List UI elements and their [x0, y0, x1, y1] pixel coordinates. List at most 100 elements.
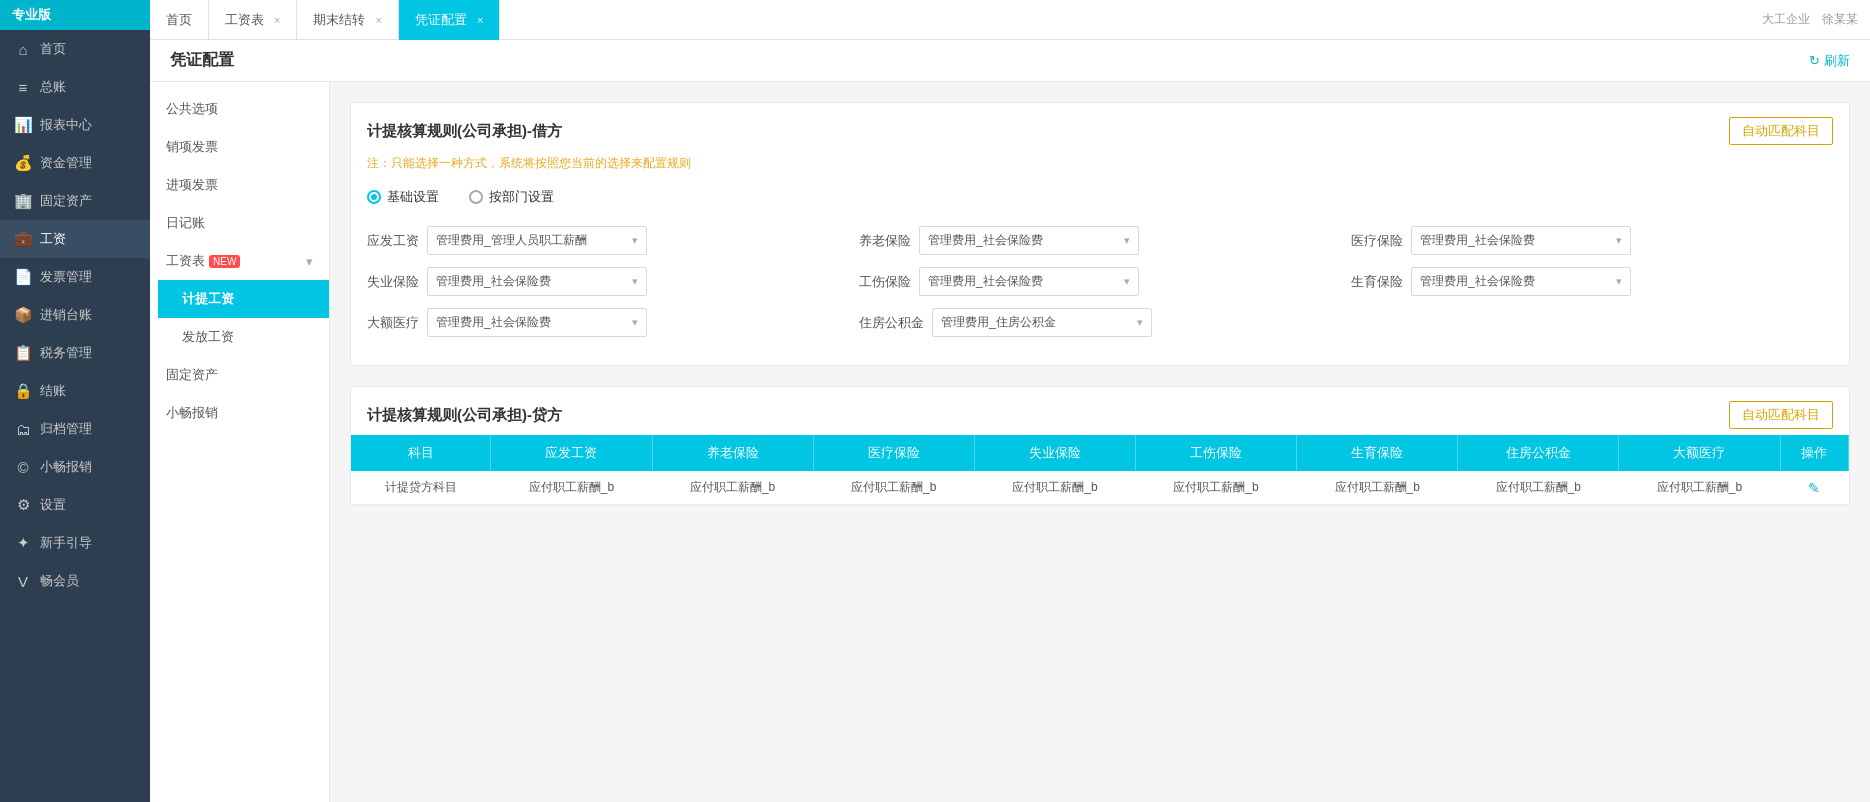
cell-subject: 计提贷方科目 — [351, 471, 491, 505]
form-row-1: 应发工资 管理费用_管理人员职工薪酬 ▾ 养老保险 管理费用_社会保险费 ▾ — [367, 226, 1833, 255]
section-debit: 计提核算规则(公司承担)-借方 自动匹配科目 注：只能选择一种方式，系统将按照您… — [350, 102, 1850, 366]
closing-icon: 🔒 — [14, 382, 32, 400]
form-item-pension: 养老保险 管理费用_社会保险费 ▾ — [859, 226, 1341, 255]
select-injury[interactable]: 管理费用_社会保险费 ▾ — [919, 267, 1139, 296]
left-menu-item-salary-table[interactable]: 工资表 NEW ▾ — [150, 242, 329, 280]
select-unemployment[interactable]: 管理费用_社会保险费 ▾ — [427, 267, 647, 296]
left-menu-item-journal[interactable]: 日记账 — [150, 204, 329, 242]
left-menu-item-sales-invoice[interactable]: 销项发票 — [150, 128, 329, 166]
left-menu-item-expense-report[interactable]: 小畅报销 — [150, 394, 329, 432]
tab-home[interactable]: 首页 — [150, 0, 209, 40]
col-medical: 医疗保险 — [813, 435, 974, 471]
sidebar-item-xiaochang[interactable]: © 小畅报销 — [0, 448, 150, 486]
assets-icon: 🏢 — [14, 192, 32, 210]
sidebar-item-label: 进销台账 — [40, 306, 92, 324]
app-logo: 专业版 — [0, 0, 150, 30]
sidebar-item-settings[interactable]: ⚙ 设置 — [0, 486, 150, 524]
sidebar-item-tax[interactable]: 📋 税务管理 — [0, 334, 150, 372]
select-bigmedical[interactable]: 管理费用_社会保险费 ▾ — [427, 308, 647, 337]
label-salary: 应发工资 — [367, 232, 419, 250]
section2-header: 计提核算规则(公司承担)-贷方 自动匹配科目 — [351, 387, 1849, 435]
invoice-icon: 📄 — [14, 268, 32, 286]
edit-icon[interactable]: ✎ — [1808, 480, 1820, 496]
select-maternity-value: 管理费用_社会保险费 — [1420, 273, 1535, 290]
cell-pension: 应付职工薪酬_b — [652, 471, 813, 505]
select-maternity[interactable]: 管理费用_社会保险费 ▾ — [1411, 267, 1631, 296]
form-item-medical: 医疗保险 管理费用_社会保险费 ▾ — [1351, 226, 1833, 255]
cell-action[interactable]: ✎ — [1780, 471, 1848, 505]
chevron-down-icon: ▾ — [632, 275, 638, 288]
select-bigmedical-value: 管理费用_社会保险费 — [436, 314, 551, 331]
sidebar-item-closing[interactable]: 🔒 结账 — [0, 372, 150, 410]
select-salary-value: 管理费用_管理人员职工薪酬 — [436, 232, 587, 249]
form-item-housing: 住房公积金 管理费用_住房公积金 ▾ — [859, 308, 1341, 337]
cell-salary: 应付职工薪酬_b — [491, 471, 652, 505]
section2-title: 计提核算规则(公司承担)-贷方 — [367, 406, 562, 425]
radio-department[interactable]: 按部门设置 — [469, 188, 554, 206]
col-bigmedical: 大额医疗 — [1619, 435, 1780, 471]
page-title: 凭证配置 — [170, 50, 234, 71]
label-bigmedical: 大额医疗 — [367, 314, 419, 332]
sidebar-item-invoice[interactable]: 📄 发票管理 — [0, 258, 150, 296]
tab-voucher-config[interactable]: 凭证配置 × — [399, 0, 500, 40]
sidebar-item-reports[interactable]: 📊 报表中心 — [0, 106, 150, 144]
col-action: 操作 — [1780, 435, 1848, 471]
col-subject: 科目 — [351, 435, 491, 471]
form-item-maternity: 生育保险 管理费用_社会保险费 ▾ — [1351, 267, 1833, 296]
ledger-icon: ≡ — [14, 79, 32, 96]
new-badge: NEW — [209, 255, 240, 268]
sidebar-item-assets[interactable]: 🏢 固定资产 — [0, 182, 150, 220]
sidebar-item-label: 新手引导 — [40, 534, 92, 552]
cell-bigmedical: 应付职工薪酬_b — [1619, 471, 1780, 505]
auto-match-button-1[interactable]: 自动匹配科目 — [1729, 117, 1833, 145]
refresh-icon: ↻ — [1809, 53, 1820, 68]
sidebar-item-label: 总账 — [40, 78, 66, 96]
sidebar-item-label: 资金管理 — [40, 154, 92, 172]
tab-period-close[interactable]: 期末结转 × — [297, 0, 398, 40]
settings-icon: ⚙ — [14, 496, 32, 514]
sidebar-item-guide[interactable]: ✦ 新手引导 — [0, 524, 150, 562]
refresh-button[interactable]: ↻ 刷新 — [1809, 52, 1850, 70]
chevron-down-icon: ▾ — [1124, 234, 1130, 247]
form-item-bigmedical: 大额医疗 管理费用_社会保险费 ▾ — [367, 308, 849, 337]
sidebar-item-label: 报表中心 — [40, 116, 92, 134]
left-menu-sub: 计提工资 发放工资 — [150, 280, 329, 356]
select-medical[interactable]: 管理费用_社会保险费 ▾ — [1411, 226, 1631, 255]
content-wrapper: 公共选项 销项发票 进项发票 日记账 工资表 NEW ▾ 计提工资 发 — [150, 82, 1870, 802]
sidebar-item-salary[interactable]: 💼 工资 — [0, 220, 150, 258]
sidebar-item-ledger[interactable]: ≡ 总账 — [0, 68, 150, 106]
col-injury: 工伤保险 — [1135, 435, 1296, 471]
credit-table: 科目 应发工资 养老保险 医疗保险 失业保险 工伤保险 生育保险 住房公积金 大… — [351, 435, 1849, 505]
sidebar-item-archive[interactable]: 🗂 归档管理 — [0, 410, 150, 448]
radio-basic[interactable]: 基础设置 — [367, 188, 439, 206]
sidebar-item-label: 首页 — [40, 40, 66, 58]
page-header: 凭证配置 ↻ 刷新 — [150, 40, 1870, 82]
chevron-down-icon: ▾ — [1124, 275, 1130, 288]
left-menu-item-accrual[interactable]: 计提工资 — [158, 280, 329, 318]
sidebar-item-label: 设置 — [40, 496, 66, 514]
sidebar-item-label: 归档管理 — [40, 420, 92, 438]
tab-close-period[interactable]: × — [375, 14, 381, 26]
left-menu-item-pay[interactable]: 发放工资 — [158, 318, 329, 356]
radio-dept-circle — [469, 190, 483, 204]
sidebar-item-stock[interactable]: 📦 进销台账 — [0, 296, 150, 334]
tab-salary-table[interactable]: 工资表 × — [209, 0, 297, 40]
sidebar-item-home[interactable]: ⌂ 首页 — [0, 30, 150, 68]
radio-dept-label: 按部门设置 — [489, 188, 554, 206]
left-menu-item-public[interactable]: 公共选项 — [150, 90, 329, 128]
user-label: 徐某某 — [1822, 11, 1858, 28]
sidebar-item-funds[interactable]: 💰 资金管理 — [0, 144, 150, 182]
sidebar-item-member[interactable]: V 畅会员 — [0, 562, 150, 600]
auto-match-button-2[interactable]: 自动匹配科目 — [1729, 401, 1833, 429]
tab-close-salary[interactable]: × — [274, 14, 280, 26]
select-pension[interactable]: 管理费用_社会保险费 ▾ — [919, 226, 1139, 255]
select-housing[interactable]: 管理费用_住房公积金 ▾ — [932, 308, 1152, 337]
select-salary[interactable]: 管理费用_管理人员职工薪酬 ▾ — [427, 226, 647, 255]
left-menu-item-purchase-invoice[interactable]: 进项发票 — [150, 166, 329, 204]
radio-basic-circle — [367, 190, 381, 204]
left-menu-item-fixed-assets[interactable]: 固定资产 — [150, 356, 329, 394]
tab-close-voucher[interactable]: × — [477, 14, 483, 26]
cell-housing: 应付职工薪酬_b — [1458, 471, 1619, 505]
col-salary: 应发工资 — [491, 435, 652, 471]
label-medical: 医疗保险 — [1351, 232, 1403, 250]
